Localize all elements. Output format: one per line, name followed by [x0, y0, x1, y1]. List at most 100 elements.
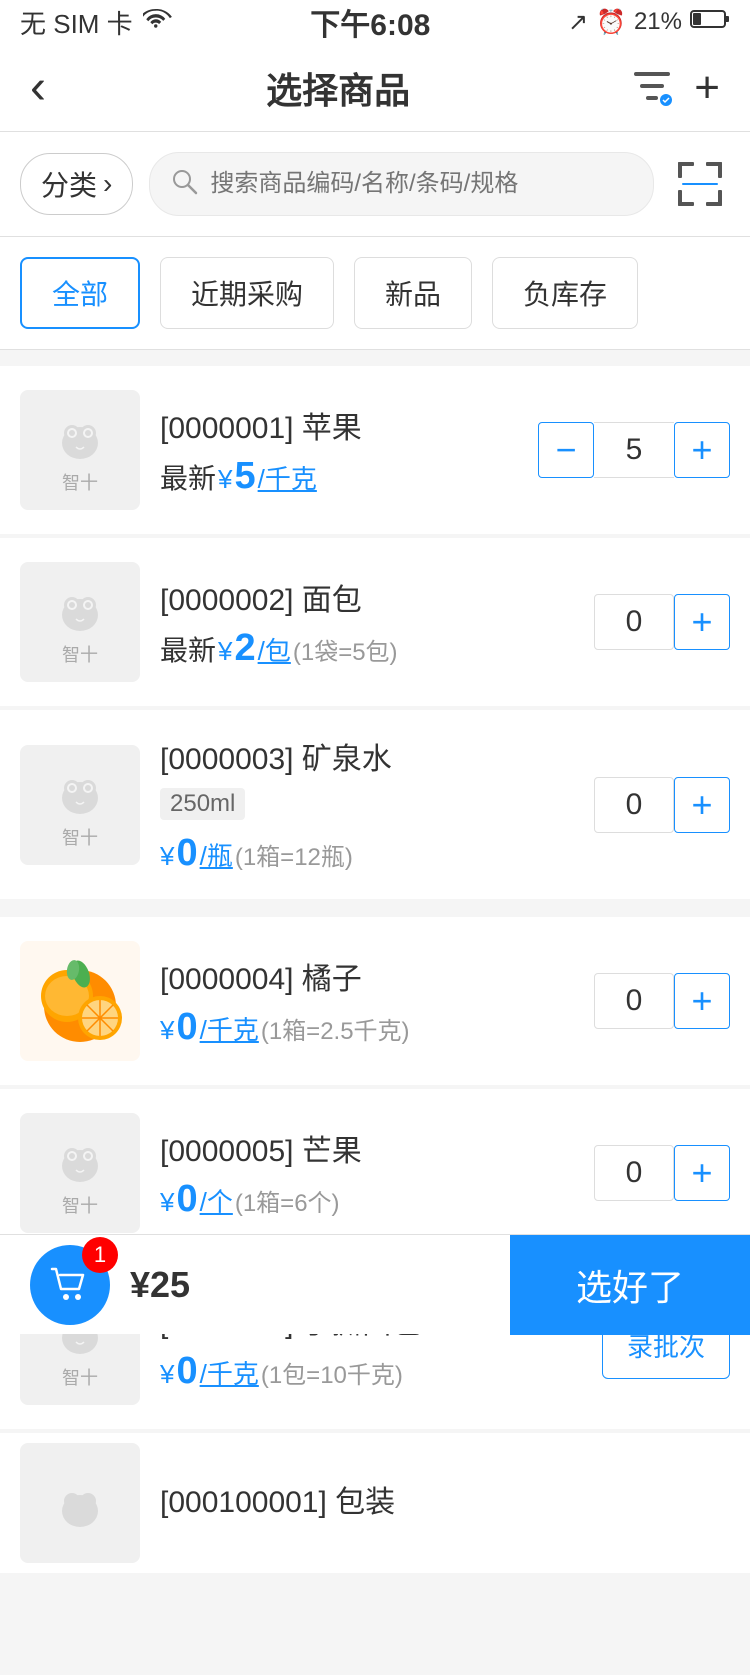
tab-negative[interactable]: 负库存 — [492, 257, 638, 329]
back-button[interactable]: ‹ — [30, 60, 46, 115]
nav-bar: ‹ 选择商品 + — [0, 44, 750, 132]
price-row: 最新 ¥ 5 /千克 — [160, 455, 538, 498]
confirm-button[interactable]: 选好了 — [510, 1235, 750, 1335]
product-name: [0000002] 面包 — [160, 575, 594, 619]
increase-button[interactable]: + — [674, 777, 730, 833]
price-unit: /千克 — [200, 1010, 259, 1047]
cart-icon-wrap[interactable]: 1 — [30, 1245, 110, 1325]
quantity-display: 0 — [594, 1145, 674, 1201]
product-info: [000100001] 包装 — [160, 1477, 730, 1529]
filter-button[interactable] — [630, 64, 674, 111]
bottom-spacer — [0, 1575, 750, 1675]
item-divider — [0, 901, 750, 917]
product-image — [20, 941, 140, 1061]
status-right: ↗ ⏰ 21% — [568, 8, 730, 37]
price-value: 0 — [176, 1178, 197, 1221]
price-yen: ¥ — [160, 1359, 174, 1390]
product-image: 智十 — [20, 1113, 140, 1233]
list-item: 智十 [0000005] 芒果 ¥ 0 /个 (1箱=6个) 0 + — [0, 1089, 750, 1257]
price-unit: /千克 — [200, 1354, 259, 1391]
quantity-display: 0 — [594, 594, 674, 650]
product-info: [0000002] 面包 最新 ¥ 2 /包 (1袋=5包) — [160, 575, 594, 670]
quantity-display: 0 — [594, 777, 674, 833]
price-note: (1箱=6个) — [235, 1183, 340, 1218]
increase-button[interactable]: + — [674, 1145, 730, 1201]
scan-button[interactable] — [670, 154, 730, 214]
carrier-text: 无 SIM 卡 — [20, 4, 133, 41]
search-box — [149, 152, 654, 216]
product-info: [0000005] 芒果 ¥ 0 /个 (1箱=6个) — [160, 1126, 594, 1221]
orange-image — [25, 946, 135, 1056]
status-time: 下午6:08 — [310, 0, 430, 44]
price-unit: /个 — [200, 1182, 233, 1219]
tab-all[interactable]: 全部 — [20, 257, 140, 329]
price-row: ¥ 0 /个 (1箱=6个) — [160, 1178, 594, 1221]
quantity-control: 0 + — [594, 594, 730, 650]
price-yen: ¥ — [160, 1015, 174, 1046]
product-spec: 250ml — [160, 788, 245, 820]
battery-text: 21% — [634, 8, 682, 36]
price-unit: /包 — [258, 631, 291, 668]
owl-placeholder — [50, 1473, 110, 1533]
owl-placeholder: 智十 — [50, 760, 110, 850]
price-note: (1包=10千克) — [261, 1355, 403, 1390]
search-input[interactable] — [210, 170, 633, 198]
status-left: 无 SIM 卡 — [20, 4, 173, 41]
product-name: [0000003] 矿泉水 — [160, 734, 594, 778]
price-unit: /瓶 — [200, 836, 233, 873]
product-name: [0000001] 苹果 — [160, 403, 538, 447]
filter-icon — [630, 64, 674, 108]
add-button[interactable]: + — [694, 63, 720, 113]
tab-new[interactable]: 新品 — [354, 257, 472, 329]
price-note: (1袋=5包) — [293, 632, 398, 667]
increase-button[interactable]: + — [674, 594, 730, 650]
back-icon: ‹ — [30, 61, 46, 114]
quantity-control: 0 + — [594, 1145, 730, 1201]
price-value: 0 — [176, 1350, 197, 1393]
product-name: [000100001] 包装 — [160, 1477, 730, 1521]
product-image: 智十 — [20, 390, 140, 510]
alarm-icon: ⏰ — [596, 8, 626, 37]
list-item: 智十 [0000001] 苹果 最新 ¥ 5 /千克 − 5 + — [0, 366, 750, 534]
list-item: 智十 [0000002] 面包 最新 ¥ 2 /包 (1袋=5包) 0 + — [0, 538, 750, 706]
price-row: ¥ 0 /千克 (1箱=2.5千克) — [160, 1006, 594, 1049]
product-image: 智十 — [20, 562, 140, 682]
price-value: 0 — [176, 832, 197, 875]
price-row: ¥ 0 /瓶 (1箱=12瓶) — [160, 832, 594, 875]
cart-badge: 1 — [82, 1237, 118, 1273]
nav-left: ‹ — [30, 60, 46, 115]
list-divider — [0, 350, 750, 366]
price-row: ¥ 0 /千克 (1包=10千克) — [160, 1350, 602, 1393]
quantity-display: 5 — [594, 422, 674, 478]
decrease-button[interactable]: − — [538, 422, 594, 478]
scan-icon — [674, 158, 726, 210]
category-tabs: 全部 近期采购 新品 负库存 — [0, 237, 750, 350]
cart-area: 1 ¥25 — [0, 1245, 510, 1325]
category-label: 分类 — [41, 164, 97, 204]
price-yen: ¥ — [160, 841, 174, 872]
filter-bar: 分类 › — [0, 132, 750, 237]
tab-recent[interactable]: 近期采购 — [160, 257, 334, 329]
price-value: 0 — [176, 1006, 197, 1049]
category-button[interactable]: 分类 › — [20, 153, 133, 215]
price-label: 最新 — [160, 629, 216, 669]
price-value: 2 — [234, 627, 255, 670]
owl-placeholder: 智十 — [50, 1128, 110, 1218]
category-arrow-icon: › — [103, 168, 112, 200]
product-info: [0000001] 苹果 最新 ¥ 5 /千克 — [160, 403, 538, 498]
battery-icon — [690, 8, 730, 37]
price-note: (1箱=12瓶) — [235, 837, 353, 872]
owl-placeholder: 智十 — [50, 577, 110, 667]
quantity-control: − 5 + — [538, 422, 730, 478]
product-info: [0000003] 矿泉水 250ml ¥ 0 /瓶 (1箱=12瓶) — [160, 734, 594, 875]
status-bar: 无 SIM 卡 下午6:08 ↗ ⏰ 21% — [0, 0, 750, 44]
price-unit: /千克 — [258, 459, 317, 496]
product-list: 智十 [0000001] 苹果 最新 ¥ 5 /千克 − 5 + — [0, 366, 750, 1573]
increase-button[interactable]: + — [674, 973, 730, 1029]
increase-button[interactable]: + — [674, 422, 730, 478]
cart-total: ¥25 — [130, 1264, 190, 1306]
quantity-control: 0 + — [594, 973, 730, 1029]
list-item: 智十 [0000003] 矿泉水 250ml ¥ 0 /瓶 (1箱=12瓶) 0… — [0, 710, 750, 899]
quantity-control: 0 + — [594, 777, 730, 833]
product-image: 智十 — [20, 745, 140, 865]
